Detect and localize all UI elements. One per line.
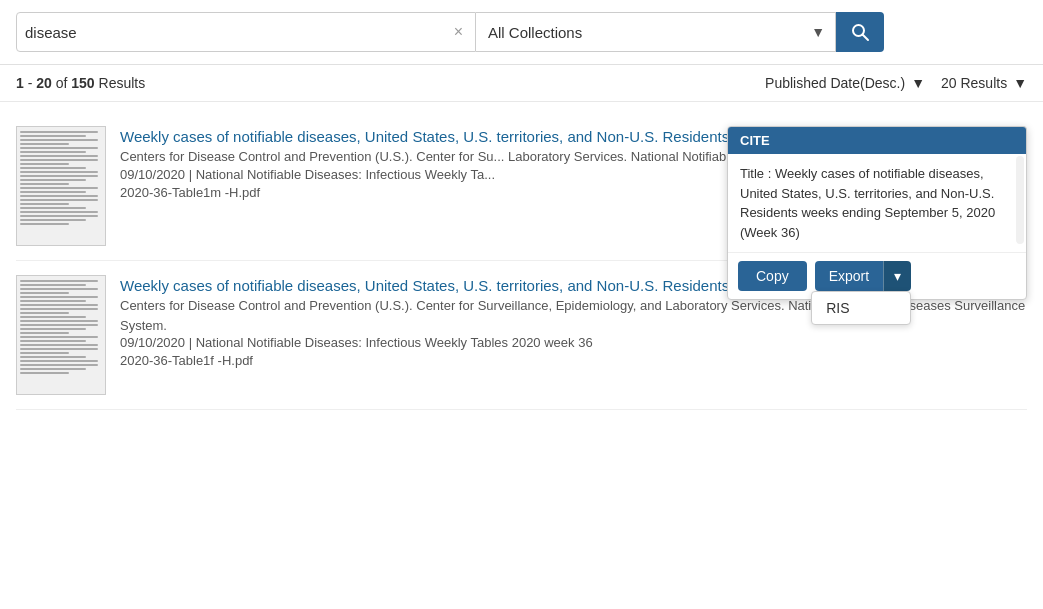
search-input[interactable] — [25, 24, 450, 41]
export-ris-option[interactable]: RIS — [812, 292, 910, 324]
results-header: 1 - 20 of 150 Results Published Date(Des… — [0, 65, 1043, 102]
sort-select[interactable]: Published Date(Desc.) ▼ — [765, 75, 925, 91]
result-thumbnail — [16, 275, 106, 395]
collection-select-wrap: All Collections ▼ — [476, 12, 836, 52]
per-page-chevron-icon: ▼ — [1013, 75, 1027, 91]
export-dropdown: RIS — [811, 291, 911, 325]
cite-popup: CITE Title : Weekly cases of notifiable … — [727, 126, 1027, 300]
collection-select[interactable]: All Collections — [488, 24, 823, 41]
cite-popup-header: CITE — [728, 127, 1026, 154]
cite-title-value: Weekly cases of notifiable diseases, Uni… — [740, 166, 995, 240]
result-thumbnail — [16, 126, 106, 246]
result-date-collection: 09/10/2020 | National Notifiable Disease… — [120, 335, 1027, 350]
per-page-label: 20 Results — [941, 75, 1007, 91]
cite-popup-actions: Copy Export ▾ RIS — [728, 253, 1026, 299]
table-row: Weekly cases of notifiable diseases, Uni… — [16, 112, 1027, 261]
search-bar: × All Collections ▼ — [0, 0, 1043, 65]
results-list: Weekly cases of notifiable diseases, Uni… — [0, 102, 1043, 420]
export-button[interactable]: Export — [815, 261, 883, 291]
cite-popup-body: Title : Weekly cases of notifiable disea… — [728, 154, 1026, 253]
cite-popup-title: CITE — [740, 133, 770, 148]
sort-chevron-icon: ▼ — [911, 75, 925, 91]
copy-button[interactable]: Copy — [738, 261, 807, 291]
export-chevron-icon: ▾ — [894, 268, 901, 284]
cite-title-label: Title : — [740, 166, 771, 181]
search-input-wrap: × — [16, 12, 476, 52]
export-chevron-button[interactable]: ▾ — [883, 261, 911, 291]
search-icon — [850, 22, 870, 42]
result-filename: 2020-36-Table1f -H.pdf — [120, 353, 1027, 368]
scrollbar[interactable] — [1016, 156, 1024, 244]
search-button[interactable] — [836, 12, 884, 52]
export-button-wrap: Export ▾ RIS — [815, 261, 911, 291]
per-page-select[interactable]: 20 Results ▼ — [941, 75, 1027, 91]
clear-icon[interactable]: × — [450, 23, 467, 41]
results-count: 1 - 20 of 150 Results — [16, 75, 145, 91]
svg-line-1 — [863, 35, 869, 41]
sort-label: Published Date(Desc.) — [765, 75, 905, 91]
